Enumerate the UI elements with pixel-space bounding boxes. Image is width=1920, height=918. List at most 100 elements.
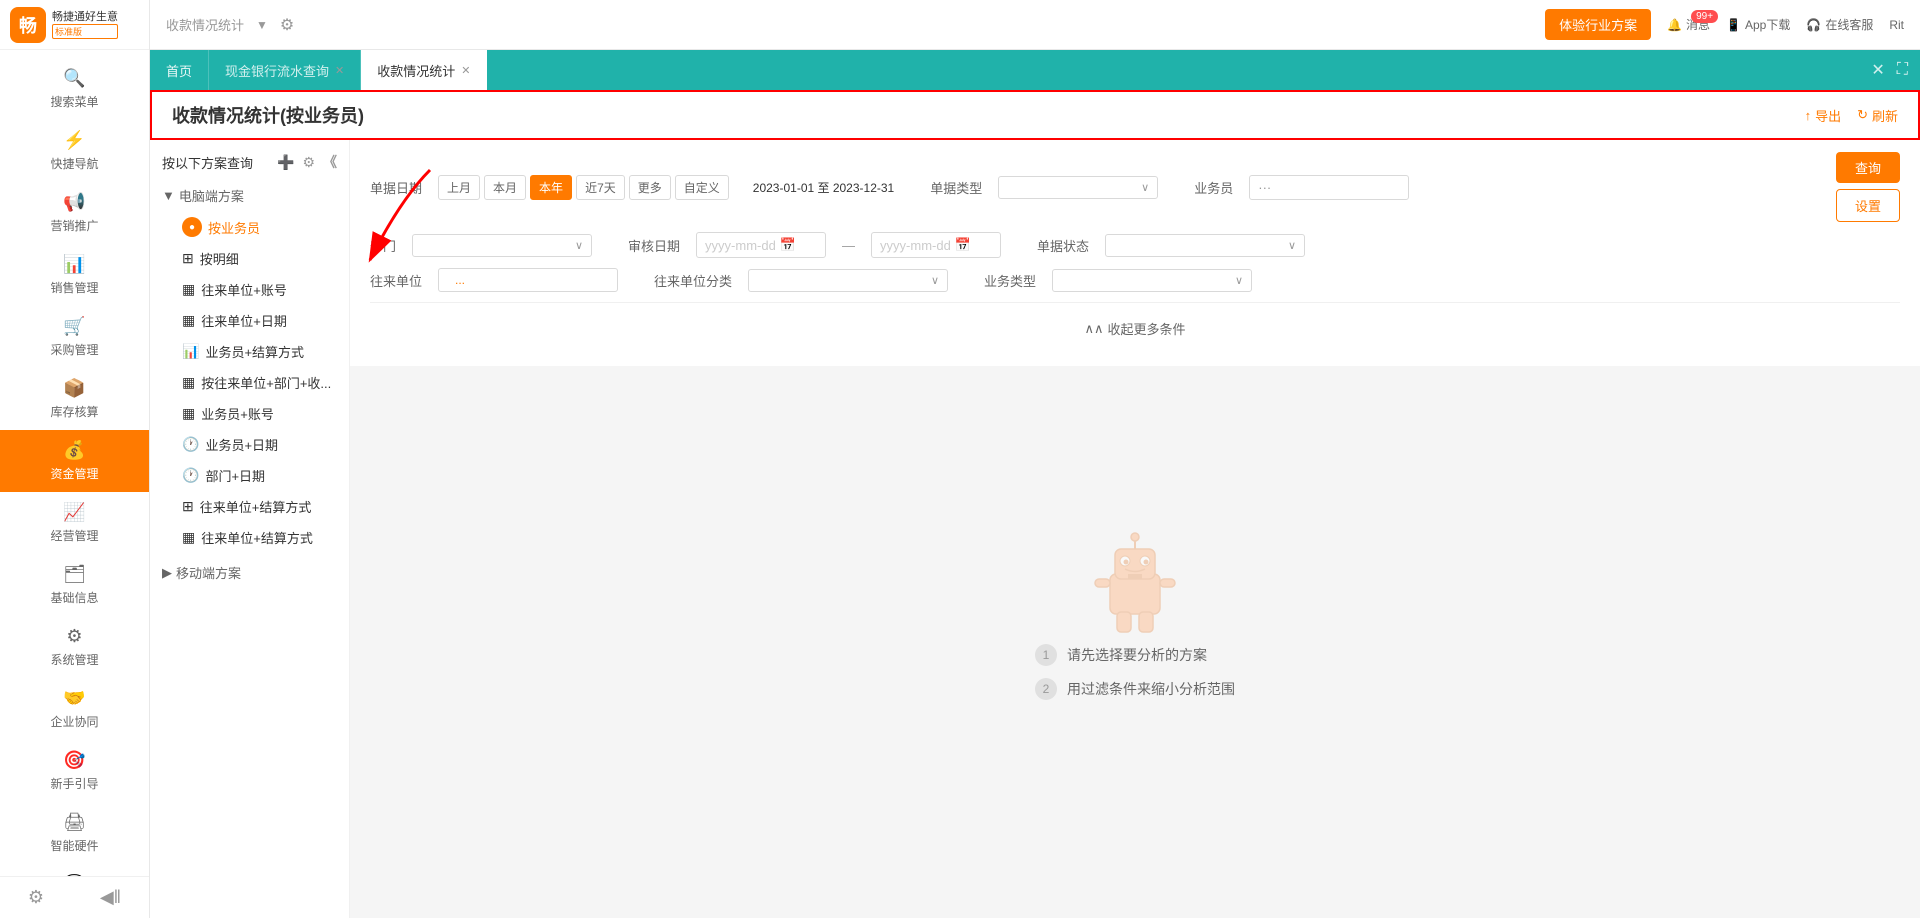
empty-illustration — [1085, 524, 1185, 644]
step-1-text: 请先选择要分析的方案 — [1067, 645, 1207, 665]
unit-input[interactable]: ... — [438, 268, 618, 292]
tab-home[interactable]: 首页 — [150, 50, 209, 90]
date-btn-this-year[interactable]: 本年 — [530, 175, 572, 200]
tab-close-icon[interactable]: ✕ — [1871, 60, 1884, 80]
sidebar-item-inventory[interactable]: 📦 库存核算 — [0, 368, 149, 430]
tree-item-staff-account-label: 业务员+账号 — [201, 404, 274, 423]
sidebar-item-sales[interactable]: 📊 销售管理 — [0, 244, 149, 306]
username-display[interactable]: Rit — [1889, 18, 1904, 32]
sidebar-item-wechat[interactable]: 💬 企业微信 — [0, 864, 149, 876]
tree-item-staff-account[interactable]: ▦ 业务员+账号 — [150, 398, 349, 429]
unit-category-label: 往来单位分类 — [654, 271, 732, 290]
dept-label: 部门 — [370, 236, 396, 255]
tab-right-actions: ✕ ⛶ — [1871, 60, 1920, 80]
date-btn-custom[interactable]: 自定义 — [675, 175, 729, 200]
sidebar-item-search-menu[interactable]: 🔍 搜索菜单 — [0, 58, 149, 120]
tree-group-mobile[interactable]: ▶ 移动端方案 — [150, 557, 349, 588]
date-btn-this-month[interactable]: 本月 — [484, 175, 526, 200]
dept-select[interactable]: ∨ — [412, 234, 592, 257]
sidebar-item-system[interactable]: ⚙ 系统管理 — [0, 616, 149, 678]
tree-item-unit-settle1[interactable]: ⊞ 往来单位+结算方式 — [150, 491, 349, 522]
unit-more-icon[interactable]: ... — [455, 273, 465, 287]
date-btn-more[interactable]: 更多 — [629, 175, 671, 200]
tab-receipt-stats-close[interactable]: ✕ — [461, 64, 470, 77]
unit-category-select[interactable]: ∨ — [748, 269, 948, 292]
tree-item-staff-date[interactable]: 🕐 业务员+日期 — [150, 429, 349, 460]
tree-group-pc[interactable]: ▼ 电脑端方案 — [150, 180, 349, 211]
settings-button[interactable]: 设置 — [1836, 189, 1900, 222]
tree-item-staff-settle-label: 业务员+结算方式 — [205, 342, 304, 361]
page-title: 收款情况统计(按业务员) — [172, 102, 364, 128]
staff-settle-icon: 📊 — [182, 343, 199, 360]
header-breadcrumb: 收款情况统计 — [166, 15, 244, 34]
step-2-num: 2 — [1035, 678, 1057, 700]
username-label: Rit — [1889, 18, 1904, 32]
trial-button[interactable]: 体验行业方案 — [1545, 9, 1651, 40]
system-icon: ⚙ — [66, 626, 82, 647]
collapse-button[interactable]: ∧∧ 收起更多条件 — [1084, 319, 1185, 338]
tab-bank-flow-close[interactable]: ✕ — [335, 64, 344, 77]
unit-label: 往来单位 — [370, 271, 422, 290]
unit-account-icon: ▦ — [182, 281, 195, 298]
sidebar-item-hardware[interactable]: 🖨 智能硬件 — [0, 802, 149, 864]
header-arrow-icon[interactable]: ▼ — [256, 18, 268, 32]
sidebar-item-cooperation[interactable]: 🤝 企业协同 — [0, 678, 149, 740]
operation-icon: 📈 — [63, 502, 85, 523]
tree-item-unit-date[interactable]: ▦ 往来单位+日期 — [150, 305, 349, 336]
sidebar-item-guide[interactable]: 🎯 新手引导 — [0, 740, 149, 802]
online-service-action[interactable]: 🎧 在线客服 — [1806, 16, 1873, 33]
refresh-button[interactable]: ↻ 刷新 — [1857, 106, 1898, 125]
sidebar-item-quick-nav[interactable]: ⚡ 快捷导航 — [0, 120, 149, 182]
biz-type-select[interactable]: ∨ — [1052, 269, 1252, 292]
doc-status-select[interactable]: ∨ — [1105, 234, 1305, 257]
action-buttons: 查询 设置 — [1836, 152, 1900, 222]
app-download-action[interactable]: 📱 App下载 — [1726, 16, 1790, 33]
staff-select[interactable]: ··· — [1249, 175, 1409, 200]
logo-badge: 标准版 — [52, 24, 118, 39]
collapse-panel-icon[interactable]: 《 — [323, 152, 337, 172]
staff-more-icon: ··· — [1258, 180, 1271, 195]
tab-maximize-icon[interactable]: ⛶ — [1897, 61, 1908, 79]
filter-row-3: 往来单位 ... 往来单位分类 ∨ 业务类型 — [370, 268, 1900, 292]
step-2-text: 用过滤条件来缩小分析范围 — [1067, 679, 1235, 699]
sidebar-label-purchase: 采购管理 — [50, 341, 98, 358]
collapse-row: ∧∧ 收起更多条件 — [370, 302, 1900, 354]
export-button[interactable]: ↑ 导出 — [1805, 106, 1842, 125]
settings-scheme-icon[interactable]: ⚙ — [302, 154, 315, 171]
tree-item-unit-settle2[interactable]: ▦ 往来单位+结算方式 — [150, 522, 349, 553]
tree-item-staff-settle[interactable]: 📊 业务员+结算方式 — [150, 336, 349, 367]
tab-bank-flow[interactable]: 现金银行流水查询 ✕ — [209, 50, 361, 90]
empty-step-2: 2 用过滤条件来缩小分析范围 — [1035, 678, 1235, 700]
unit-category-chevron: ∨ — [931, 274, 939, 287]
tab-receipt-stats[interactable]: 收款情况统计 ✕ — [361, 50, 487, 90]
finance-icon: 💰 — [63, 440, 85, 461]
tab-bank-flow-label: 现金银行流水查询 — [225, 61, 329, 80]
tree-item-by-detail[interactable]: ⊞ 按明细 — [150, 243, 349, 274]
sidebar-item-finance[interactable]: 💰 资金管理 — [0, 430, 149, 492]
tree-item-by-staff[interactable]: ● 按业务员 — [150, 211, 349, 243]
audit-from-input[interactable]: yyyy-mm-dd 📅 — [696, 232, 826, 258]
tree-item-dept-date-label: 部门+日期 — [205, 466, 265, 485]
tree-item-dept-date[interactable]: 🕐 部门+日期 — [150, 460, 349, 491]
marketing-icon: 📢 — [63, 192, 85, 213]
sidebar-collapse-icon[interactable]: ◀‖ — [100, 887, 121, 908]
query-button[interactable]: 查询 — [1836, 152, 1900, 183]
header-gear-icon[interactable]: ⚙ — [280, 15, 294, 35]
page-area: 收款情况统计(按业务员) ↑ 导出 ↻ 刷新 按以下 — [150, 90, 1920, 918]
sidebar-item-marketing[interactable]: 📢 营销推广 — [0, 182, 149, 244]
date-btn-7days[interactable]: 近7天 — [576, 175, 625, 200]
add-scheme-icon[interactable]: ➕ — [277, 154, 294, 171]
sidebar-item-purchase[interactable]: 🛒 采购管理 — [0, 306, 149, 368]
notification-action[interactable]: 🔔 消息 99+ — [1667, 16, 1710, 33]
biz-type-chevron: ∨ — [1235, 274, 1243, 287]
sidebar-settings-icon[interactable]: ⚙ — [28, 887, 44, 908]
date-btn-last-month[interactable]: 上月 — [438, 175, 480, 200]
sidebar-item-operation[interactable]: 📈 经营管理 — [0, 492, 149, 554]
tree-item-unit-account[interactable]: ▦ 往来单位+账号 — [150, 274, 349, 305]
tree-item-unit-dept-recv[interactable]: ▦ 按往来单位+部门+收... — [150, 367, 349, 398]
doc-type-select[interactable]: ∨ — [998, 176, 1158, 199]
staff-label: 业务员 — [1194, 178, 1233, 197]
audit-to-input[interactable]: yyyy-mm-dd 📅 — [871, 232, 1001, 258]
sidebar-item-basic[interactable]: 🗂 基础信息 — [0, 554, 149, 616]
tab-home-label: 首页 — [166, 61, 192, 80]
